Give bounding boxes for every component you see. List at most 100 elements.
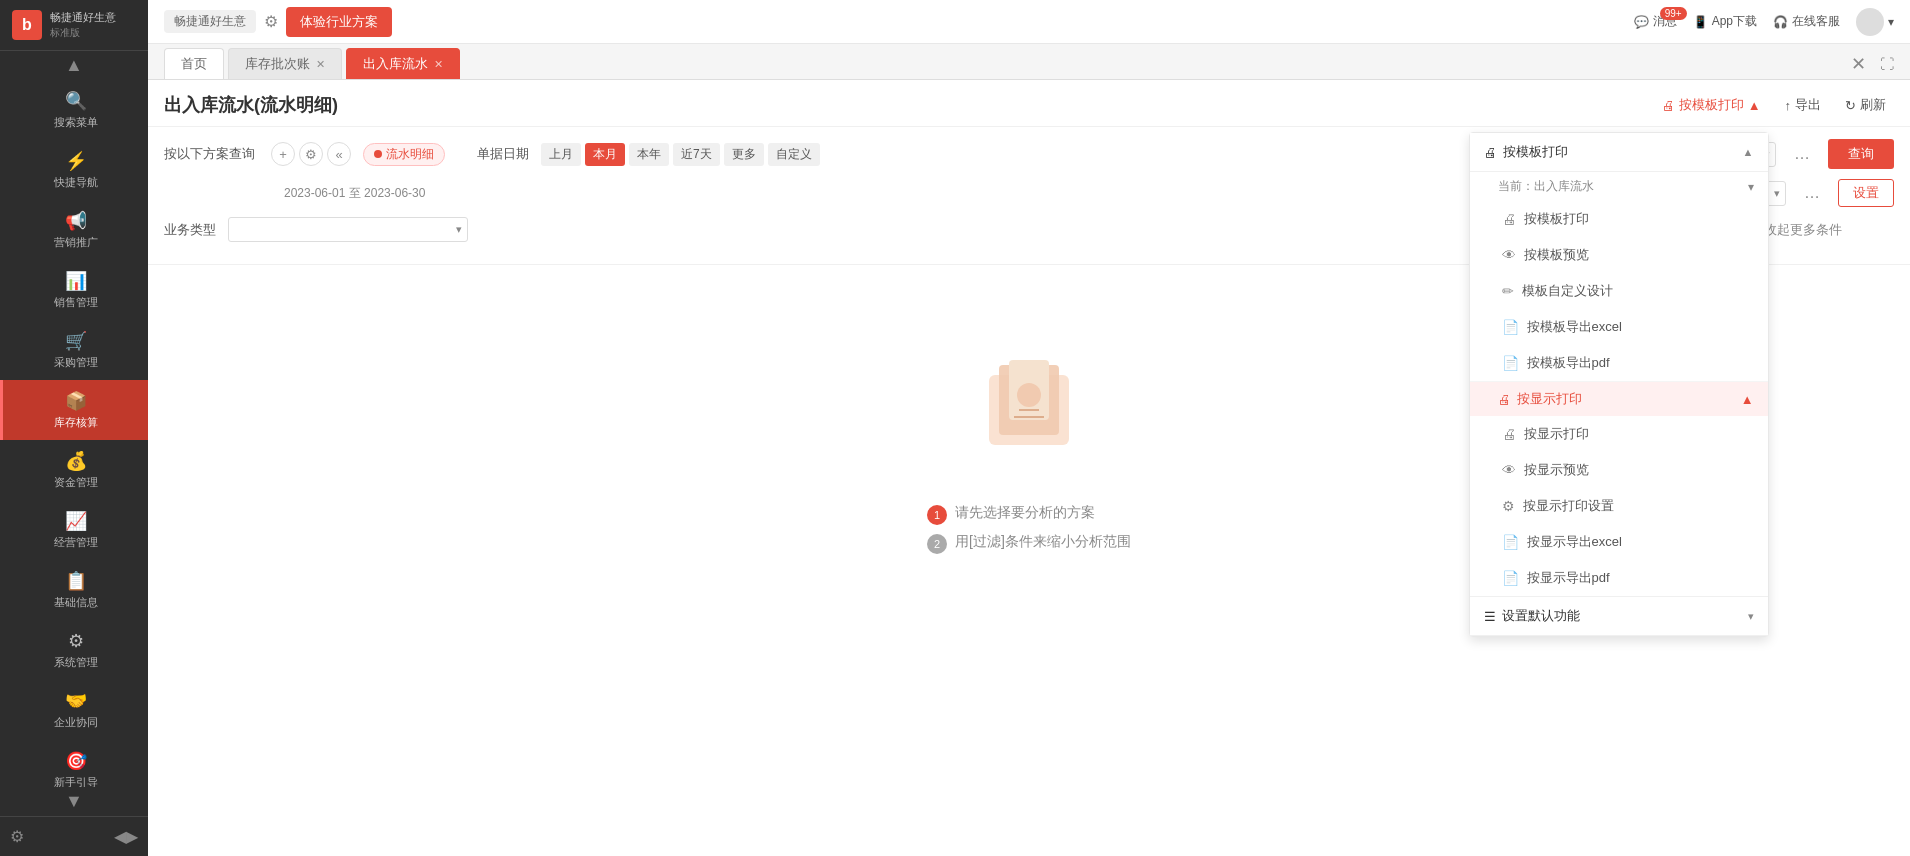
app-download-item[interactable]: 📱 App下载 bbox=[1693, 13, 1757, 30]
sidebar-item-system[interactable]: ⚙ 系统管理 bbox=[0, 620, 148, 680]
date-option-this-month[interactable]: 本月 bbox=[585, 143, 625, 166]
sidebar-item-inventory[interactable]: 📦 库存核算 bbox=[0, 380, 148, 440]
chevron-icon: ▲ bbox=[1743, 146, 1754, 158]
dropdown-item-template-print[interactable]: 🖨 按模板打印 bbox=[1470, 201, 1768, 237]
display-section-header[interactable]: 🖨 按显示打印 ▲ bbox=[1470, 381, 1768, 416]
print-template-button[interactable]: 🖨 按模板打印 ▲ bbox=[1654, 92, 1769, 118]
tab-home-label: 首页 bbox=[181, 55, 207, 73]
collapse-sidebar-icon[interactable]: ◀▶ bbox=[114, 827, 138, 846]
dropdown-item-template-pdf[interactable]: 📄 按模板导出pdf bbox=[1470, 345, 1768, 381]
date-option-more[interactable]: 更多 bbox=[724, 143, 764, 166]
date-option-7days[interactable]: 近7天 bbox=[673, 143, 720, 166]
filter-scheme-label: 按以下方案查询 bbox=[164, 145, 255, 163]
chevron-down-icon: ▾ bbox=[1888, 15, 1894, 29]
scroll-down-btn[interactable]: ▼ bbox=[0, 787, 148, 816]
warehouse-more-btn[interactable]: … bbox=[1798, 180, 1826, 206]
flow-tag[interactable]: 流水明细 bbox=[363, 143, 445, 166]
tab-flow[interactable]: 出入库流水 ✕ bbox=[346, 48, 460, 79]
tab-flow-close-icon[interactable]: ✕ bbox=[434, 58, 443, 71]
add-filter-button[interactable]: + bbox=[271, 142, 295, 166]
dropdown-item-display-settings[interactable]: ⚙ 按显示打印设置 bbox=[1470, 488, 1768, 524]
date-option-last-month[interactable]: 上月 bbox=[541, 143, 581, 166]
headset-icon: 🎧 bbox=[1773, 15, 1788, 29]
dropdown-item-display-pdf[interactable]: 📄 按显示导出pdf bbox=[1470, 560, 1768, 596]
default-icon: ☰ bbox=[1484, 609, 1496, 624]
sidebar-item-label: 企业协同 bbox=[54, 715, 98, 730]
sidebar-item-enterprise[interactable]: 🤝 企业协同 bbox=[0, 680, 148, 740]
user-avatar-item[interactable]: ▾ bbox=[1856, 8, 1894, 36]
tab-home[interactable]: 首页 bbox=[164, 48, 224, 79]
tab-batch-close-icon[interactable]: ✕ bbox=[316, 58, 325, 71]
date-option-custom[interactable]: 自定义 bbox=[768, 143, 820, 166]
message-item[interactable]: 💬 消息 99+ bbox=[1634, 13, 1677, 30]
dropdown-title: 🖨 按模板打印 bbox=[1484, 143, 1568, 161]
system-icon: ⚙ bbox=[68, 630, 84, 652]
tab-batch-label: 库存批次账 bbox=[245, 55, 310, 73]
sidebar-item-label: 库存核算 bbox=[54, 415, 98, 430]
avatar bbox=[1856, 8, 1884, 36]
customer-service-item[interactable]: 🎧 在线客服 bbox=[1773, 13, 1840, 30]
query-button[interactable]: 查询 bbox=[1828, 139, 1894, 169]
sidebar-item-guide[interactable]: 🎯 新手引导 bbox=[0, 740, 148, 787]
preview-icon: 👁 bbox=[1502, 247, 1516, 263]
date-option-this-year[interactable]: 本年 bbox=[629, 143, 669, 166]
industry-solution-button[interactable]: 体验行业方案 bbox=[286, 7, 392, 37]
basic-icon: 📋 bbox=[65, 570, 87, 592]
logo-icon: b bbox=[12, 10, 42, 40]
sidebar-item-search[interactable]: 🔍 搜索菜单 bbox=[0, 80, 148, 140]
tabs-bar: 首页 库存批次账 ✕ 出入库流水 ✕ ✕ ⛶ bbox=[148, 44, 1910, 80]
dropdown-item-display-excel[interactable]: 📄 按显示导出excel bbox=[1470, 524, 1768, 560]
sidebar-item-quicknav[interactable]: ⚡ 快捷导航 bbox=[0, 140, 148, 200]
inventory-icon: 📦 bbox=[65, 390, 87, 412]
scroll-up-btn[interactable]: ▲ bbox=[0, 51, 148, 80]
finance-icon: 💰 bbox=[65, 450, 87, 472]
page-title: 出入库流水(流水明细) bbox=[164, 93, 338, 117]
chevron-down-default: ▾ bbox=[1748, 610, 1754, 623]
printer-icon: 🖨 bbox=[1662, 98, 1675, 113]
sidebar-item-sales[interactable]: 📊 销售管理 bbox=[0, 260, 148, 320]
expand-window-button[interactable]: ⛶ bbox=[1880, 56, 1894, 72]
guide-icon: 🎯 bbox=[65, 750, 87, 772]
tab-batch[interactable]: 库存批次账 ✕ bbox=[228, 48, 342, 79]
date-range-text: 2023-06-01 至 2023-06-30 bbox=[284, 186, 425, 200]
empty-steps: 1 请先选择要分析的方案 2 用[过滤]条件来缩小分析范围 bbox=[927, 504, 1131, 562]
display-printer-icon: 🖨 bbox=[1498, 392, 1511, 407]
refresh-button[interactable]: ↻ 刷新 bbox=[1837, 92, 1894, 118]
settings-icon[interactable]: ⚙ bbox=[10, 827, 24, 846]
sidebar-item-label: 资金管理 bbox=[54, 475, 98, 490]
dropdown-item-template-preview[interactable]: 👁 按模板预览 bbox=[1470, 237, 1768, 273]
settings-filter-button[interactable]: ⚙ bbox=[299, 142, 323, 166]
dropdown-item-display-print[interactable]: 🖨 按显示打印 bbox=[1470, 416, 1768, 452]
sidebar-item-operation[interactable]: 📈 经营管理 bbox=[0, 500, 148, 560]
sidebar-item-purchase[interactable]: 🛒 采购管理 bbox=[0, 320, 148, 380]
export-button[interactable]: ↑ 导出 bbox=[1777, 92, 1830, 118]
print-dropdown-panel: 🖨 按模板打印 ▲ 当前：出入库流水 ▾ 🖨 bbox=[1469, 132, 1769, 637]
app-name: 畅捷通好生意 bbox=[50, 10, 116, 25]
business-type-select[interactable] bbox=[228, 217, 468, 242]
settings-button[interactable]: 设置 bbox=[1838, 179, 1894, 207]
page-header: 出入库流水(流水明细) 🖨 按模板打印 ▲ 🖨 按模板打印 bbox=[148, 80, 1910, 127]
dropdown-main-header[interactable]: 🖨 按模板打印 ▲ bbox=[1470, 133, 1768, 172]
sidebar-item-marketing[interactable]: 📢 营销推广 bbox=[0, 200, 148, 260]
refresh-icon: ↻ bbox=[1845, 98, 1856, 113]
close-window-button[interactable]: ✕ bbox=[1843, 49, 1874, 79]
flow-tag-dot bbox=[374, 150, 382, 158]
export-icon: ↑ bbox=[1785, 98, 1792, 113]
sidebar-item-basic[interactable]: 📋 基础信息 bbox=[0, 560, 148, 620]
business-type-label: 业务类型 bbox=[164, 221, 216, 239]
dropdown-item-template-customize[interactable]: ✏ 模板自定义设计 bbox=[1470, 273, 1768, 309]
top-header: 畅捷通好生意 ⚙ 体验行业方案 💬 消息 99+ 📱 App下载 🎧 在线客服 … bbox=[148, 0, 1910, 44]
header-left: 畅捷通好生意 ⚙ 体验行业方案 bbox=[164, 7, 392, 37]
header-gear-icon[interactable]: ⚙ bbox=[264, 12, 278, 31]
default-section-header[interactable]: ☰ 设置默认功能 ▾ bbox=[1470, 596, 1768, 636]
dropdown-item-display-preview[interactable]: 👁 按显示预览 bbox=[1470, 452, 1768, 488]
sidebar-item-label: 采购管理 bbox=[54, 355, 98, 370]
print-icon2: 🖨 bbox=[1502, 426, 1516, 442]
collapse-filter-button[interactable]: « bbox=[327, 142, 351, 166]
edit-icon: ✏ bbox=[1502, 283, 1514, 299]
dropdown-item-template-excel[interactable]: 📄 按模板导出excel bbox=[1470, 309, 1768, 345]
sidebar-item-finance[interactable]: 💰 资金管理 bbox=[0, 440, 148, 500]
doc-type-more-btn[interactable]: … bbox=[1788, 141, 1816, 167]
excel-icon2: 📄 bbox=[1502, 534, 1519, 550]
business-type-select-wrap[interactable] bbox=[228, 217, 468, 242]
